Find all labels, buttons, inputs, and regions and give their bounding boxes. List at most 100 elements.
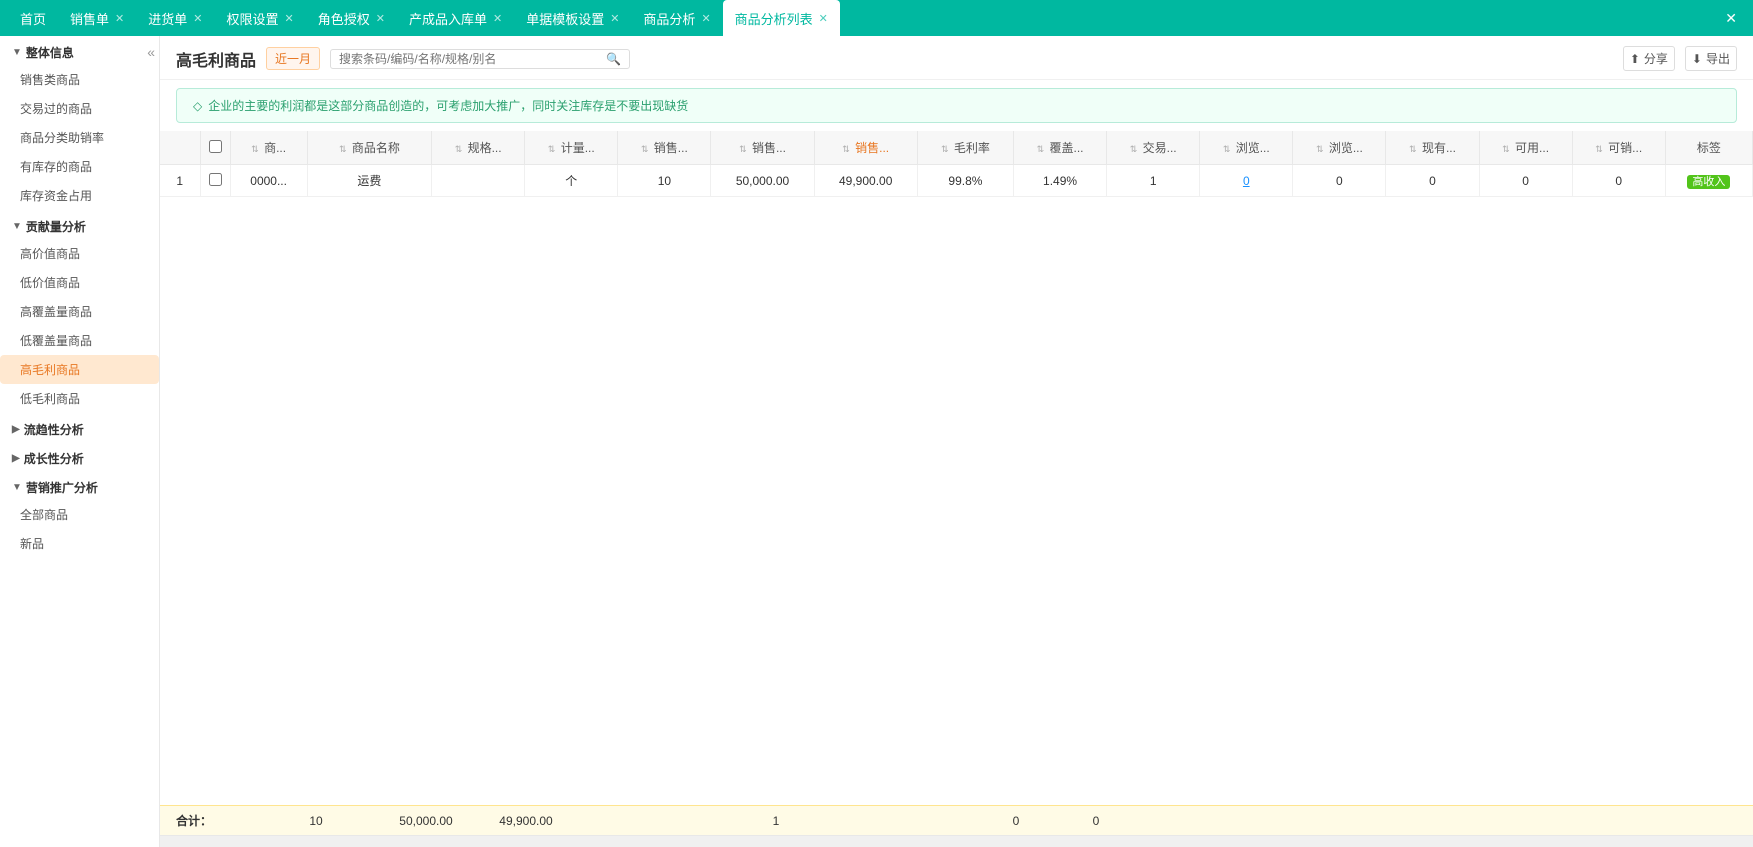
close-products-in-tab[interactable]: ✕	[493, 12, 502, 25]
sidebar-group-overview[interactable]: ▼ 整体信息	[0, 36, 159, 65]
close-permissions-tab[interactable]: ✕	[285, 12, 294, 25]
sort-icon-2: ⇅	[339, 144, 347, 154]
footer-sales-profit: 49,900.00	[476, 814, 576, 828]
col-sales-profit[interactable]: ⇅ 销售...	[814, 131, 917, 165]
cell-gross-margin: 99.8%	[917, 165, 1013, 197]
share-button[interactable]: ⬆ 分享	[1623, 46, 1675, 71]
table-container[interactable]: ⇅ 商... ⇅ 商品名称 ⇅ 规格... ⇅	[160, 131, 1753, 805]
close-app-button[interactable]: ✕	[1717, 10, 1745, 27]
close-purchase-tab[interactable]: ✕	[193, 12, 202, 25]
close-analysis-tab[interactable]: ✕	[701, 12, 710, 25]
col-browse2[interactable]: ⇅ 浏览...	[1293, 131, 1386, 165]
sidebar-group-marketing[interactable]: ▼ 营销推广分析	[0, 471, 159, 500]
sort-icon-8: ⇅	[941, 144, 949, 154]
sidebar-item-sales-goods[interactable]: 销售类商品	[0, 65, 159, 94]
nav-home[interactable]: 首页	[8, 0, 58, 36]
nav-roles[interactable]: 角色授权 ✕	[306, 0, 397, 36]
footer-spacer3	[816, 814, 896, 828]
sidebar-item-high-coverage[interactable]: 高覆盖量商品	[0, 297, 159, 326]
sidebar-item-all-goods[interactable]: 全部商品	[0, 500, 159, 529]
col-sales-amount[interactable]: ⇅ 销售...	[711, 131, 814, 165]
content-area: 高毛利商品 近一月 🔍 ⬆ 分享 ⬇ 导出 ◇ 企业的主要的利润都是这部分商品创…	[160, 36, 1753, 847]
nav-purchase[interactable]: 进货单 ✕	[136, 0, 214, 36]
sidebar-item-low-margin[interactable]: 低毛利商品	[0, 384, 159, 413]
sidebar-collapse-button[interactable]: «	[147, 44, 155, 60]
sort-icon-11: ⇅	[1223, 144, 1231, 154]
table-header-row: ⇅ 商... ⇅ 商品名称 ⇅ 规格... ⇅	[160, 131, 1753, 165]
col-checkbox	[200, 131, 230, 165]
sidebar-item-new-goods[interactable]: 新品	[0, 529, 159, 558]
close-template-tab[interactable]: ✕	[610, 12, 619, 25]
col-unit[interactable]: ⇅ 计量...	[525, 131, 618, 165]
col-coverage[interactable]: ⇅ 覆盖...	[1014, 131, 1107, 165]
tag-badge: 高收入	[1687, 175, 1730, 189]
sort-icon: ⇅	[251, 144, 259, 154]
arrow-icon-4: ▶	[12, 453, 20, 464]
bottom-scrollbar[interactable]	[160, 835, 1753, 847]
export-button[interactable]: ⬇ 导出	[1685, 46, 1737, 71]
sort-icon-6: ⇅	[739, 144, 747, 154]
sort-icon-7: ⇅	[842, 144, 850, 154]
sidebar-item-stock-capital[interactable]: 库存资金占用	[0, 181, 159, 210]
sort-icon-3: ⇅	[455, 144, 463, 154]
cell-trade: 1	[1107, 165, 1200, 197]
arrow-icon-5: ▼	[12, 482, 22, 493]
col-trade[interactable]: ⇅ 交易...	[1107, 131, 1200, 165]
sidebar-item-high-margin[interactable]: 高毛利商品	[0, 355, 159, 384]
sidebar-group-growth[interactable]: ▶ 成长性分析	[0, 442, 159, 471]
search-input[interactable]	[339, 52, 602, 66]
col-browse1[interactable]: ⇅ 浏览...	[1200, 131, 1293, 165]
nav-template[interactable]: 单据模板设置 ✕	[514, 0, 631, 36]
cell-coverage: 1.49%	[1014, 165, 1107, 197]
sidebar-item-low-coverage[interactable]: 低覆盖量商品	[0, 326, 159, 355]
sidebar-group-flow[interactable]: ▶ 流趋性分析	[0, 413, 159, 442]
sidebar-item-stock-goods[interactable]: 有库存的商品	[0, 152, 159, 181]
cell-tag: 高收入	[1665, 165, 1752, 197]
row-checkbox[interactable]	[209, 173, 222, 186]
col-spec[interactable]: ⇅ 规格...	[432, 131, 525, 165]
col-sellable[interactable]: ⇅ 可销...	[1572, 131, 1665, 165]
cell-name: 运费	[307, 165, 431, 197]
close-sales-tab[interactable]: ✕	[115, 12, 124, 25]
cell-index: 1	[160, 165, 200, 197]
nav-sales[interactable]: 销售单 ✕	[58, 0, 136, 36]
sidebar-item-traded-goods[interactable]: 交易过的商品	[0, 94, 159, 123]
tip-banner: ◇ 企业的主要的利润都是这部分商品创造的，可考虑加大推广，同时关注库存是不要出现…	[176, 88, 1737, 123]
sidebar-item-low-value[interactable]: 低价值商品	[0, 268, 159, 297]
col-sales-qty[interactable]: ⇅ 销售...	[618, 131, 711, 165]
search-icon[interactable]: 🔍	[606, 52, 621, 66]
cell-browse1[interactable]: 0	[1200, 165, 1293, 197]
nav-permissions[interactable]: 权限设置 ✕	[214, 0, 305, 36]
col-name[interactable]: ⇅ 商品名称	[307, 131, 431, 165]
col-gross-margin[interactable]: ⇅ 毛利率	[917, 131, 1013, 165]
footer-sales-amount: 50,000.00	[376, 814, 476, 828]
cell-sales-qty: 10	[618, 165, 711, 197]
footer-cells: 10 50,000.00 49,900.00 1 0 0	[256, 814, 1737, 828]
filter-recent-month-button[interactable]: 近一月	[266, 47, 320, 70]
col-available[interactable]: ⇅ 可用...	[1479, 131, 1572, 165]
table-row: 1 0000... 运费 个 10 50,000.00 49,900.00 99…	[160, 165, 1753, 197]
cell-unit: 个	[525, 165, 618, 197]
cell-spec	[432, 165, 525, 197]
sort-icon-10: ⇅	[1130, 144, 1138, 154]
cell-sellable: 0	[1572, 165, 1665, 197]
nav-analysis-list[interactable]: 商品分析列表 ✕	[723, 0, 840, 36]
sidebar-item-high-value[interactable]: 高价值商品	[0, 239, 159, 268]
sidebar-group-contribution[interactable]: ▼ 贡献量分析	[0, 210, 159, 239]
close-roles-tab[interactable]: ✕	[376, 12, 385, 25]
tip-text: 企业的主要的利润都是这部分商品创造的，可考虑加大推广，同时关注库存是不要出现缺货	[208, 97, 688, 114]
close-analysis-list-tab[interactable]: ✕	[819, 12, 828, 25]
col-current-stock[interactable]: ⇅ 现有...	[1386, 131, 1479, 165]
nav-products-in[interactable]: 产成品入库单 ✕	[397, 0, 514, 36]
select-all-checkbox[interactable]	[209, 140, 222, 153]
arrow-icon-3: ▶	[12, 424, 20, 435]
col-code[interactable]: ⇅ 商...	[230, 131, 307, 165]
nav-analysis[interactable]: 商品分析 ✕	[631, 0, 722, 36]
arrow-icon: ▼	[12, 47, 22, 58]
sort-icon-14: ⇅	[1502, 144, 1510, 154]
table-footer: 合计： 10 50,000.00 49,900.00 1 0 0	[160, 805, 1753, 835]
sidebar-item-category-rate[interactable]: 商品分类助销率	[0, 123, 159, 152]
sort-icon-5: ⇅	[641, 144, 649, 154]
content-header: 高毛利商品 近一月 🔍 ⬆ 分享 ⬇ 导出	[160, 36, 1753, 80]
cell-browse2: 0	[1293, 165, 1386, 197]
